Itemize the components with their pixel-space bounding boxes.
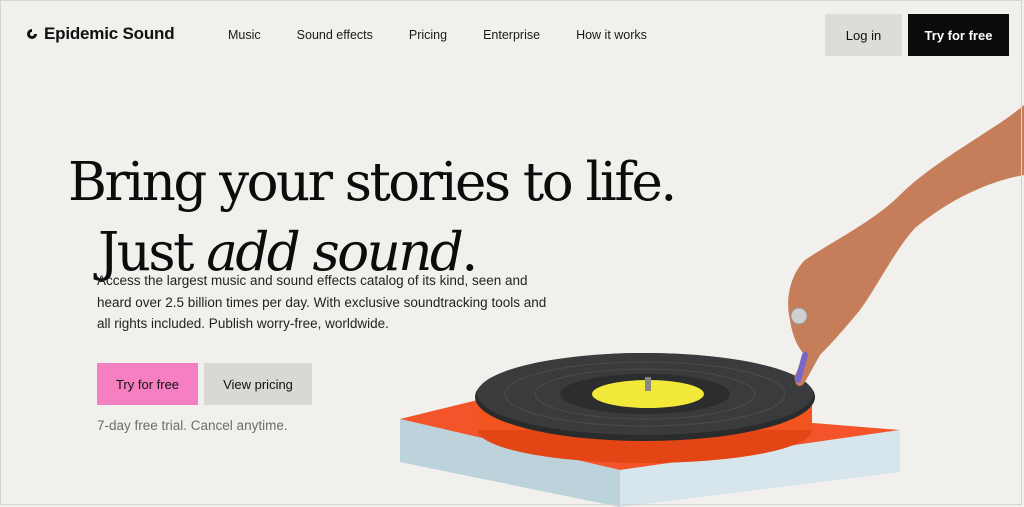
nav-item-music[interactable]: Music (228, 28, 261, 42)
main-nav: Music Sound effects Pricing Enterprise H… (228, 28, 683, 42)
login-button[interactable]: Log in (825, 14, 902, 56)
try-for-free-header-button[interactable]: Try for free (908, 14, 1009, 56)
nav-item-how-it-works[interactable]: How it works (576, 28, 647, 42)
logo-text: Epidemic Sound (44, 24, 175, 43)
spindle (645, 377, 651, 391)
hand-arm (788, 105, 1024, 386)
nav-item-enterprise[interactable]: Enterprise (483, 28, 540, 42)
trial-note: 7-day free trial. Cancel anytime. (97, 418, 288, 433)
view-pricing-button[interactable]: View pricing (204, 363, 312, 405)
nav-item-pricing[interactable]: Pricing (409, 28, 447, 42)
site-header: Epidemic Sound Music Sound effects Prici… (0, 0, 1024, 70)
ring (790, 307, 808, 325)
epidemic-sound-logo-icon (27, 29, 37, 39)
try-for-free-hero-button[interactable]: Try for free (97, 363, 198, 405)
turntable-hand-illustration (400, 105, 1024, 507)
nav-item-sound-effects[interactable]: Sound effects (297, 28, 373, 42)
logo[interactable]: Epidemic Sound (26, 24, 175, 44)
